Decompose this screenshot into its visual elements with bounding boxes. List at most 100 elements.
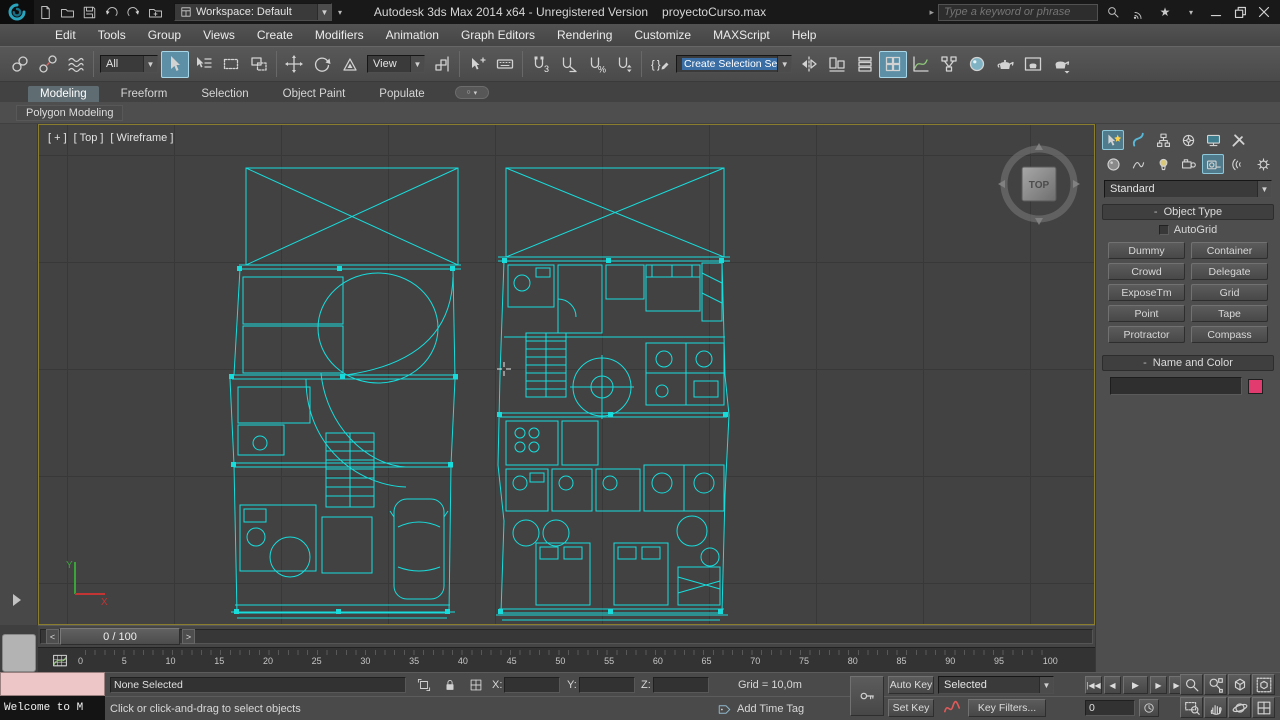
time-slider-track[interactable] bbox=[40, 629, 1093, 644]
keyboard-shortcut-override-button[interactable] bbox=[491, 51, 519, 78]
ribbon-tab-object-paint[interactable]: Object Paint bbox=[271, 86, 358, 102]
menu-group[interactable]: Group bbox=[137, 24, 192, 46]
isolate-selection-button[interactable] bbox=[412, 676, 436, 694]
window-crossing-toggle-button[interactable] bbox=[245, 51, 273, 78]
ribbon-tab-modeling[interactable]: Modeling bbox=[28, 86, 99, 102]
play-animation-button[interactable]: ▶ bbox=[1123, 676, 1148, 694]
align-button[interactable] bbox=[823, 51, 851, 78]
project-folder-button[interactable] bbox=[144, 2, 166, 22]
material-editor-button[interactable] bbox=[963, 51, 991, 78]
corner-button[interactable] bbox=[2, 634, 36, 672]
next-frame-nudge-button[interactable]: > bbox=[182, 629, 195, 644]
modify-tab[interactable] bbox=[1127, 130, 1149, 150]
menu-tools[interactable]: Tools bbox=[87, 24, 137, 46]
new-scene-button[interactable] bbox=[34, 2, 56, 22]
container-button[interactable]: Container bbox=[1191, 242, 1268, 259]
set-key-filters-curve-button[interactable] bbox=[938, 699, 966, 717]
select-and-manipulate-button[interactable] bbox=[463, 51, 491, 78]
next-frame-button[interactable]: ▶ bbox=[1150, 676, 1167, 694]
menu-edit[interactable]: Edit bbox=[44, 24, 87, 46]
zoom-region-button[interactable] bbox=[1180, 697, 1203, 718]
select-and-rotate-button[interactable] bbox=[308, 51, 336, 78]
mirror-button[interactable] bbox=[795, 51, 823, 78]
time-tag-button[interactable] bbox=[712, 700, 736, 718]
render-setup-button[interactable] bbox=[991, 51, 1019, 78]
set-key-button[interactable]: Set Key bbox=[888, 699, 934, 717]
object-type-rollout-header[interactable]: - Object Type bbox=[1102, 204, 1274, 220]
motion-tab[interactable] bbox=[1177, 130, 1199, 150]
utilities-tab[interactable] bbox=[1227, 130, 1249, 150]
ribbon-tab-selection[interactable]: Selection bbox=[189, 86, 260, 102]
time-slider-handle[interactable]: 0 / 100 bbox=[60, 628, 180, 645]
object-name-field[interactable] bbox=[1110, 377, 1242, 395]
workspace-dropdown[interactable]: Workspace: Default ▼ bbox=[174, 3, 332, 21]
viewport-shading-menu[interactable]: [ Wireframe ] bbox=[110, 132, 173, 144]
helper-category-dropdown[interactable]: Standard ▼ bbox=[1104, 180, 1272, 198]
schematic-view-button[interactable] bbox=[935, 51, 963, 78]
menu-views[interactable]: Views bbox=[192, 24, 246, 46]
viewcube-top-face[interactable]: TOP bbox=[1029, 180, 1050, 191]
compass-button[interactable]: Compass bbox=[1191, 326, 1268, 343]
z-coordinate-field[interactable] bbox=[653, 677, 709, 693]
selection-lock-button[interactable] bbox=[438, 676, 462, 694]
undo-button[interactable] bbox=[100, 2, 122, 22]
x-coordinate-field[interactable] bbox=[504, 677, 560, 693]
application-menu-button[interactable] bbox=[0, 0, 34, 24]
track-bar[interactable]: 0 5 10 15 20 25 30 35 40 45 50 55 60 65 70 75 80 85 90 95 10… bbox=[38, 647, 1095, 672]
viewport-layout-tab-strip[interactable] bbox=[0, 124, 38, 625]
infocenter-search-button[interactable] bbox=[1102, 2, 1124, 22]
previous-frame-nudge-button[interactable]: < bbox=[46, 629, 59, 644]
select-by-name-button[interactable] bbox=[189, 51, 217, 78]
search-input[interactable] bbox=[938, 3, 1098, 21]
systems-category[interactable] bbox=[1252, 154, 1274, 174]
selection-filter-dropdown[interactable]: All ▼ bbox=[100, 55, 158, 73]
unlink-selection-button[interactable] bbox=[34, 51, 62, 78]
minimize-button[interactable] bbox=[1206, 3, 1226, 21]
bind-to-space-warp-button[interactable] bbox=[62, 51, 90, 78]
hierarchy-tab[interactable] bbox=[1152, 130, 1174, 150]
ribbon-tab-populate[interactable]: Populate bbox=[367, 86, 436, 102]
orbit-button[interactable] bbox=[1228, 697, 1251, 718]
menu-maxscript[interactable]: MAXScript bbox=[702, 24, 781, 46]
helpers-category[interactable] bbox=[1202, 154, 1224, 174]
floor-plan-right[interactable] bbox=[496, 165, 731, 623]
previous-frame-button[interactable]: ◀ bbox=[1104, 676, 1121, 694]
macro-recorder-pane[interactable] bbox=[0, 672, 105, 696]
display-tab[interactable] bbox=[1202, 130, 1224, 150]
autogrid-checkbox[interactable] bbox=[1158, 225, 1169, 235]
render-production-button[interactable] bbox=[1047, 51, 1075, 78]
use-pivot-point-center-button[interactable] bbox=[428, 51, 456, 78]
select-and-move-button[interactable] bbox=[280, 51, 308, 78]
ribbon-tab-freeform[interactable]: Freeform bbox=[109, 86, 180, 102]
cameras-category[interactable] bbox=[1177, 154, 1199, 174]
object-color-swatch[interactable] bbox=[1248, 378, 1263, 394]
pan-view-button[interactable] bbox=[1204, 697, 1227, 718]
viewport-general-menu[interactable]: [ + ] bbox=[48, 132, 67, 144]
shapes-category[interactable] bbox=[1127, 154, 1149, 174]
delegate-button[interactable]: Delegate bbox=[1191, 263, 1268, 280]
redo-button[interactable] bbox=[122, 2, 144, 22]
rendered-frame-window-button[interactable] bbox=[1019, 51, 1047, 78]
y-coordinate-field[interactable] bbox=[579, 677, 635, 693]
select-object-button[interactable] bbox=[161, 50, 189, 78]
maximize-viewport-toggle-button[interactable] bbox=[1252, 697, 1275, 718]
ribbon-minimize-button[interactable]: ○ ▾ bbox=[454, 86, 489, 99]
auto-key-button[interactable]: Auto Key bbox=[888, 676, 934, 694]
zoom-extents-button[interactable] bbox=[1228, 674, 1251, 695]
open-mini-curve-editor-button[interactable] bbox=[44, 651, 76, 670]
layer-explorer-button[interactable] bbox=[851, 51, 879, 78]
grid-button[interactable]: Grid bbox=[1191, 284, 1268, 301]
angle-snap-toggle-button[interactable] bbox=[554, 51, 582, 78]
open-file-button[interactable] bbox=[56, 2, 78, 22]
menu-create[interactable]: Create bbox=[246, 24, 304, 46]
zoom-extents-all-button[interactable] bbox=[1252, 674, 1275, 695]
percent-snap-toggle-button[interactable]: % bbox=[582, 51, 610, 78]
snap-toggle-3d-button[interactable]: 3 bbox=[526, 51, 554, 78]
menu-rendering[interactable]: Rendering bbox=[546, 24, 623, 46]
key-selection-dropdown[interactable]: Selected ▼ bbox=[938, 676, 1054, 694]
curve-editor-button[interactable] bbox=[907, 51, 935, 78]
exposetm-button[interactable]: ExposeTm bbox=[1108, 284, 1185, 301]
name-color-rollout-header[interactable]: - Name and Color bbox=[1102, 355, 1274, 371]
viewport-pov-menu[interactable]: [ Top ] bbox=[74, 132, 104, 144]
protractor-button[interactable]: Protractor bbox=[1108, 326, 1185, 343]
